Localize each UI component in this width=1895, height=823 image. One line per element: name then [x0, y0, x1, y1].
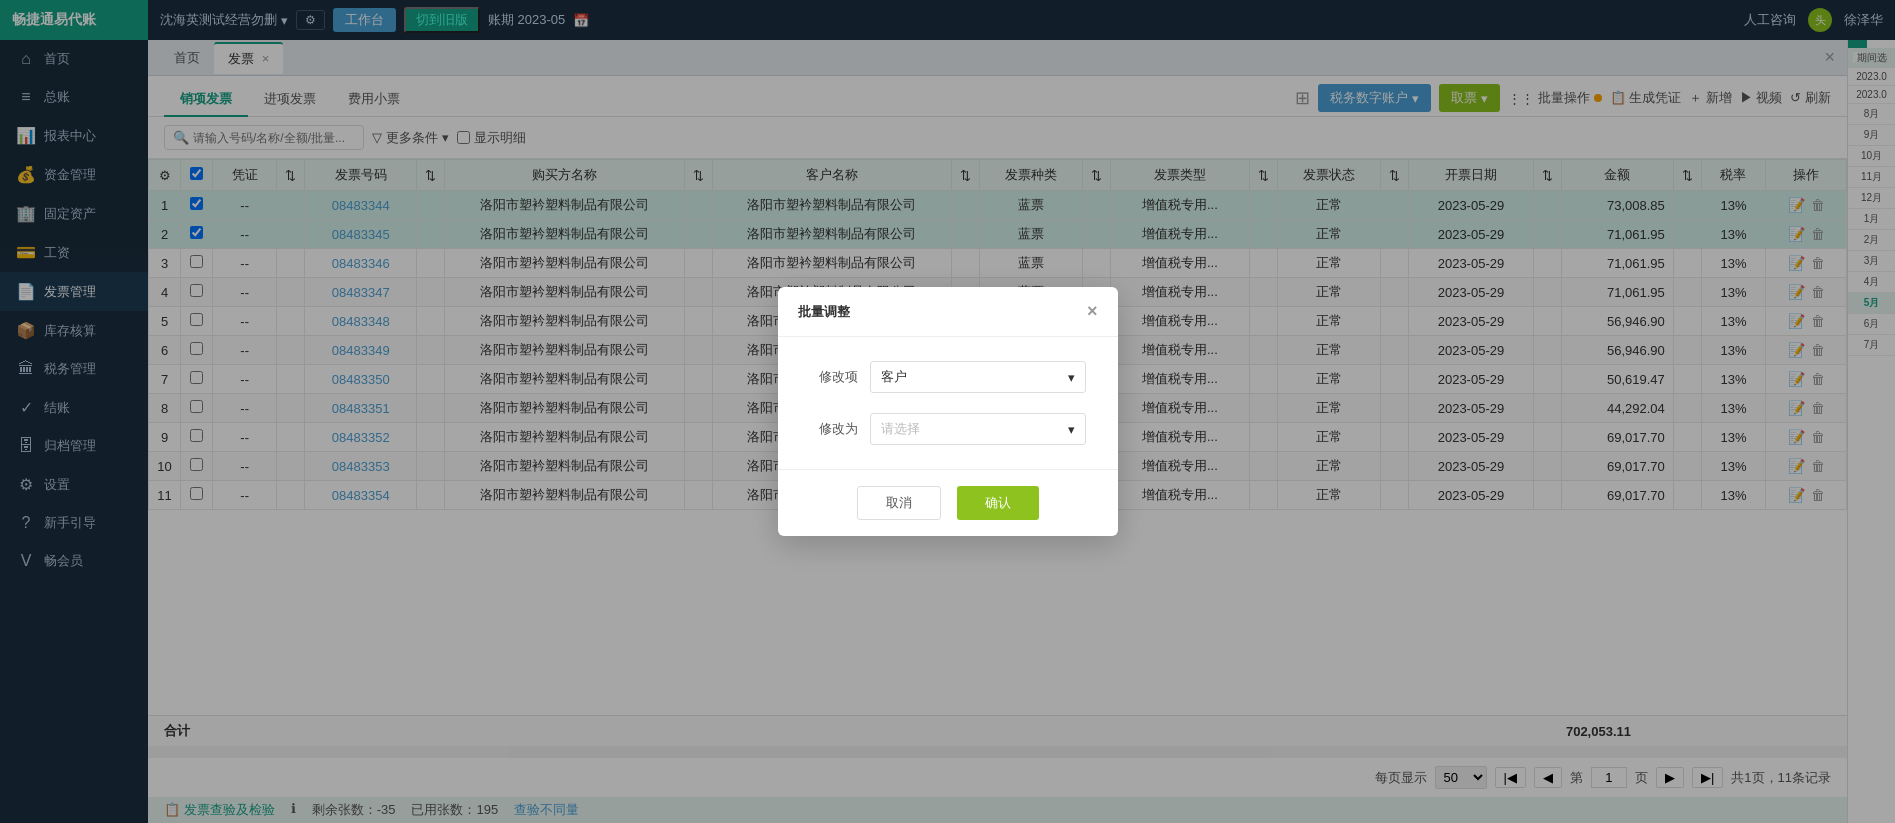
modify-value-label: 修改为 [810, 420, 858, 438]
modal-footer: 取消 确认 [778, 469, 1118, 536]
cancel-button[interactable]: 取消 [857, 486, 941, 520]
batch-adjust-modal: 批量调整 × 修改项 客户 ▾ 修改为 请选择 ▾ 取消 确认 [778, 287, 1118, 536]
chevron-down-icon: ▾ [1068, 370, 1075, 385]
chevron-down-icon: ▾ [1068, 422, 1075, 437]
modify-field-select[interactable]: 客户 ▾ [870, 361, 1086, 393]
modify-value-row: 修改为 请选择 ▾ [810, 413, 1086, 445]
modal-title: 批量调整 [798, 303, 850, 321]
confirm-button[interactable]: 确认 [957, 486, 1039, 520]
modify-field-row: 修改项 客户 ▾ [810, 361, 1086, 393]
modify-value-placeholder: 请选择 [881, 420, 920, 438]
modify-value-select[interactable]: 请选择 ▾ [870, 413, 1086, 445]
modal-close-button[interactable]: × [1087, 301, 1098, 322]
modal-overlay: 批量调整 × 修改项 客户 ▾ 修改为 请选择 ▾ 取消 确认 [0, 0, 1895, 823]
modal-header: 批量调整 × [778, 287, 1118, 337]
modify-field-label: 修改项 [810, 368, 858, 386]
modify-field-value: 客户 [881, 368, 907, 386]
modal-body: 修改项 客户 ▾ 修改为 请选择 ▾ [778, 337, 1118, 469]
